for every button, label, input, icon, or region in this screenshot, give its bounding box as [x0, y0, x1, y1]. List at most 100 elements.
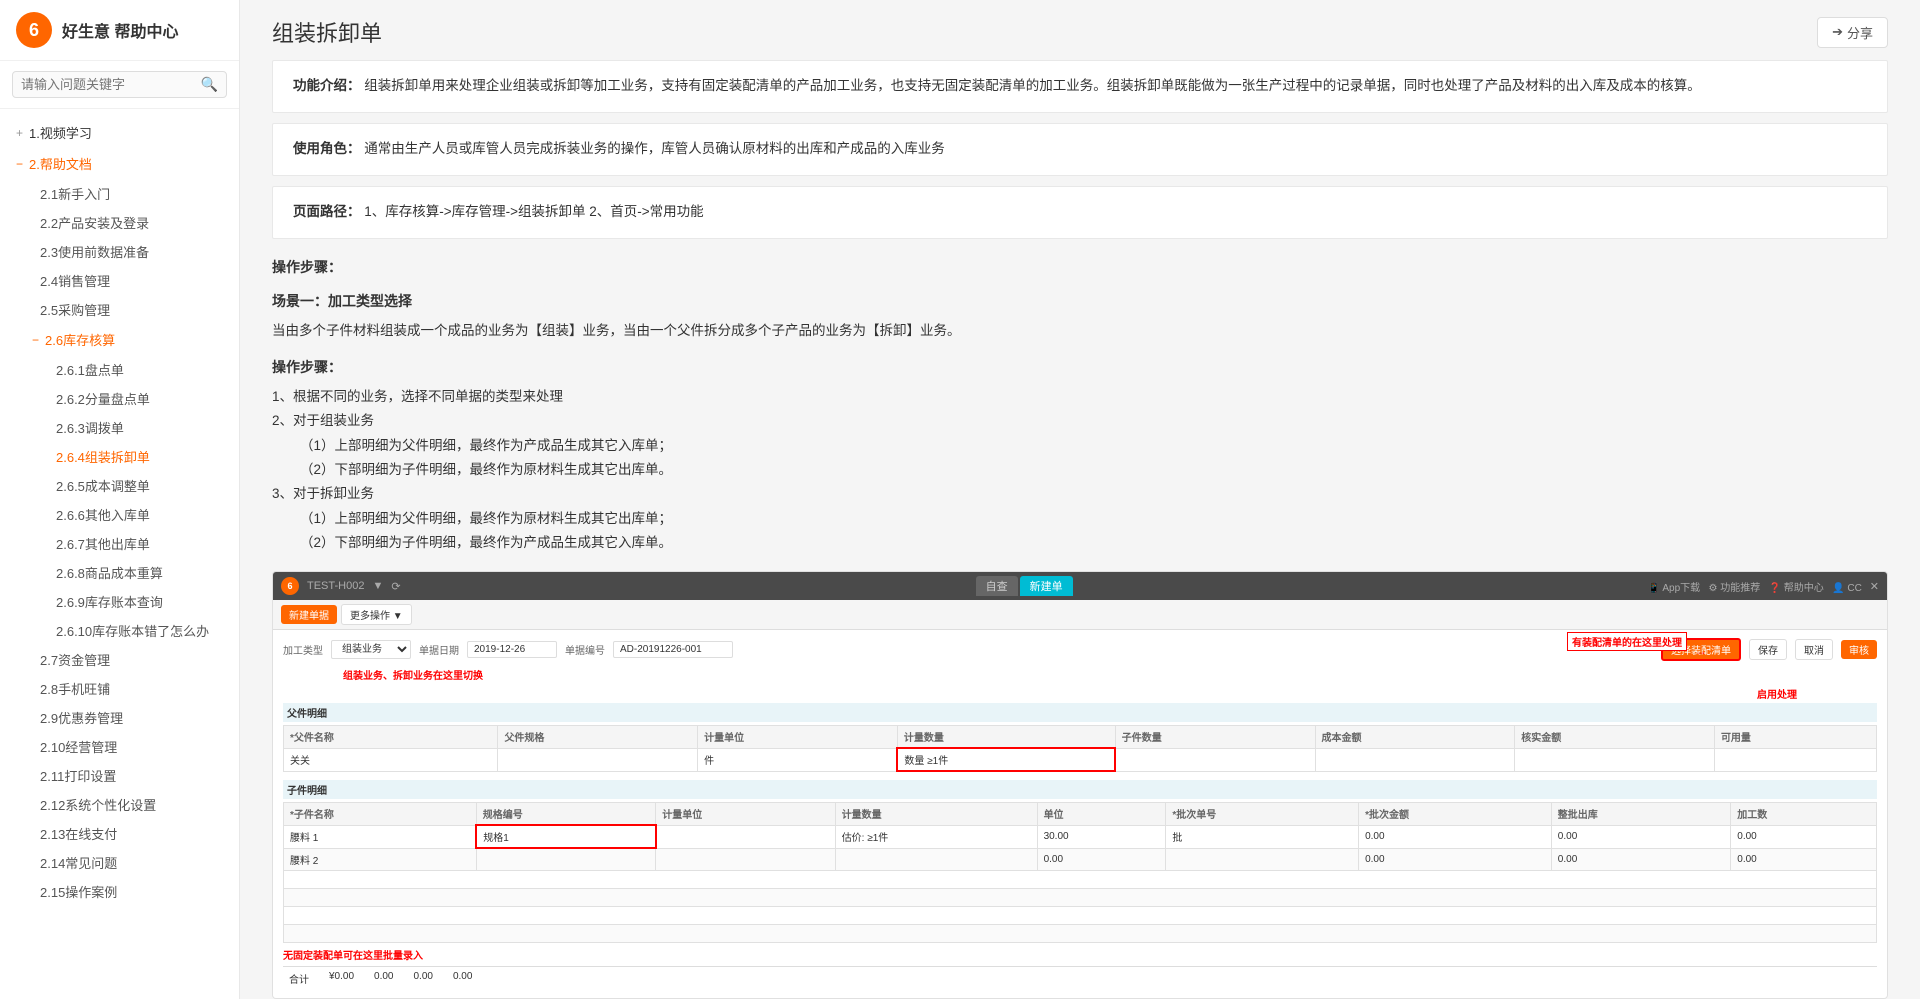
sidebar-item-docs[interactable]: − 2.帮助文档 — [0, 148, 239, 179]
steps-list: 1、根据不同的业务，选择不同单据的类型来处理 2、对于组装业务 （1）上部明细为… — [272, 385, 1888, 555]
sidebar-item-2-1[interactable]: 2.1新手入门 — [24, 179, 239, 208]
ss-td-unit: 件 — [698, 748, 898, 771]
ss-th-4: 子件数量 — [1115, 726, 1315, 749]
sidebar-item-2-6-1[interactable]: 2.6.1盘点单 — [40, 355, 239, 384]
sidebar-item-2-2[interactable]: 2.2产品安装及登录 — [24, 208, 239, 237]
annotation3: 启用处理 — [283, 686, 1797, 701]
ss-date-label: 单据日期 — [419, 642, 459, 657]
ss-td-name: 关关 — [284, 748, 498, 771]
ss-dropdown-icon: ▼ — [372, 580, 383, 592]
ss-cancel-btn[interactable]: 取消 — [1795, 639, 1833, 660]
table-row — [284, 870, 1877, 888]
ss-btd-name: 腰料 1 — [284, 825, 477, 848]
search-icon[interactable]: 🔍 — [201, 76, 218, 93]
ss-topbar: 6 TEST-H002 ▼ ⟳ 自查 新建单 📱 App下载 ⚙ 功能推荐 ❓ … — [273, 572, 1887, 600]
sidebar-item-2-13[interactable]: 2.13在线支付 — [24, 819, 239, 848]
sidebar-item-2-4[interactable]: 2.4销售管理 — [24, 266, 239, 295]
sidebar-nav: + 1.视频学习 − 2.帮助文档 2.1新手入门 2.2产品安装及登录 2.3… — [0, 109, 239, 999]
sidebar-item-2-11[interactable]: 2.11打印设置 — [24, 761, 239, 790]
ss-tab-2[interactable]: 新建单 — [1020, 576, 1073, 596]
table-row — [284, 906, 1877, 924]
role-text: 通常由生产人员或库管人员完成拆装业务的操作，库管人员确认原材料的出库和产成品的入… — [364, 141, 945, 156]
sidebar-item-2-6-9[interactable]: 2.6.9库存账本查询 — [40, 587, 239, 616]
ss-bottom-table: *子件名称 规格编号 计量单位 计量数量 单位 *批次单号 *批次金额 整批出库… — [283, 802, 1877, 943]
ss-confirm-btn[interactable]: 审核 — [1841, 640, 1877, 659]
ss-btn-new[interactable]: 新建单据 — [281, 605, 337, 624]
ss-bth-8: 加工数 — [1731, 803, 1877, 826]
ss-no-input[interactable] — [613, 641, 733, 658]
sidebar-item-2-6-2[interactable]: 2.6.2分量盘点单 — [40, 384, 239, 413]
sidebar-item-2-6-3[interactable]: 2.6.3调拨单 — [40, 413, 239, 442]
ss-bth-3: 计量数量 — [835, 803, 1037, 826]
sidebar-item-2-6-10[interactable]: 2.6.10库存账本错了怎么办 — [40, 616, 239, 645]
ss-footer-val3: 0.00 — [414, 971, 433, 986]
path-label: 页面路径： — [293, 204, 361, 219]
ss-btn-more[interactable]: 更多操作 ▼ — [341, 604, 412, 625]
ss-refresh-icon: ⟳ — [391, 580, 400, 593]
ss-footer-val2: 0.00 — [374, 971, 393, 986]
ss-save-btn[interactable]: 保存 — [1749, 639, 1787, 660]
sidebar-item-video[interactable]: + 1.视频学习 — [0, 117, 239, 148]
ss-bth-2: 计量单位 — [656, 803, 835, 826]
sidebar-item-2-6-5[interactable]: 2.6.5成本调整单 — [40, 471, 239, 500]
ss-th-0: *父件名称 — [284, 726, 498, 749]
sidebar-item-2-6[interactable]: − 2.6库存核算 — [24, 324, 239, 355]
ss-footer-val1: ¥0.00 — [329, 971, 354, 986]
sidebar-item-2-6-4[interactable]: 2.6.4组装拆卸单 — [40, 442, 239, 471]
share-button[interactable]: ➔ 分享 — [1817, 17, 1888, 48]
ss-icons-right: 📱 App下载 ⚙ 功能推荐 ❓ 帮助中心 👤 CC — [1648, 579, 1862, 594]
annotation1: 有装配清单的在这里处理 — [1567, 632, 1687, 651]
ss-top-table: *父件名称 父件规格 计量单位 计量数量 子件数量 成本金额 核实金额 可用量 — [283, 725, 1877, 772]
sidebar-item-2-10[interactable]: 2.10经营管理 — [24, 732, 239, 761]
ss-bth-1: 规格编号 — [476, 803, 655, 826]
ss-toolbar2: 新建单据 更多操作 ▼ — [273, 600, 1887, 630]
search-box[interactable]: 🔍 — [12, 71, 227, 98]
intro-text: 组装拆卸单用来处理企业组装或拆卸等加工业务，支持有固定装配清单的产品加工业务，也… — [364, 78, 1701, 93]
role-block: 使用角色： 通常由生产人员或库管人员完成拆装业务的操作，库管人员确认原材料的出库… — [272, 123, 1888, 176]
collapse-icon-2-6: − — [32, 333, 39, 347]
sidebar-item-2-9[interactable]: 2.9优惠券管理 — [24, 703, 239, 732]
sidebar-sub-docs: 2.1新手入门 2.2产品安装及登录 2.3使用前数据准备 2.4销售管理 2.… — [0, 179, 239, 906]
ss-bth-4: 单位 — [1037, 803, 1166, 826]
ss-bth-7: 整批出库 — [1551, 803, 1730, 826]
ss-bottom-table-label: 子件明细 — [283, 780, 1877, 799]
page-title: 组装拆卸单 — [272, 16, 382, 48]
sidebar-item-2-15[interactable]: 2.15操作案例 — [24, 877, 239, 906]
ops-steps-title: 操作步骤： — [272, 357, 1888, 377]
sidebar-item-2-7[interactable]: 2.7资金管理 — [24, 645, 239, 674]
ss-th-2: 计量单位 — [698, 726, 898, 749]
step-2-1: （1）上部明细为父件明细，最终作为产成品生成其它入库单； — [300, 434, 1888, 458]
ss-footer: 合计 ¥0.00 0.00 0.00 0.00 — [283, 966, 1877, 990]
ss-type-select[interactable]: 组装业务 — [331, 640, 411, 659]
sidebar-item-2-14[interactable]: 2.14常见问题 — [24, 848, 239, 877]
step-2: 2、对于组装业务 — [272, 409, 1888, 433]
sidebar-item-2-3[interactable]: 2.3使用前数据准备 — [24, 237, 239, 266]
ss-th-6: 核实金额 — [1515, 726, 1715, 749]
ss-tab-1[interactable]: 自查 — [976, 576, 1018, 596]
sidebar-item-2-8[interactable]: 2.8手机旺铺 — [24, 674, 239, 703]
ss-footer-val4: 0.00 — [453, 971, 472, 986]
search-input[interactable] — [21, 77, 201, 92]
ss-id: TEST-H002 — [307, 580, 364, 592]
annotation2: 组装业务、拆卸业务在这里切换 — [343, 667, 1877, 682]
sidebar-item-2-6-8[interactable]: 2.6.8商品成本重算 — [40, 558, 239, 587]
step-3-sub: （1）上部明细为父件明细，最终作为原材料生成其它出库单； （2）下部明细为子件明… — [272, 507, 1888, 556]
scene1-desc: 当由多个子件材料组装成一个成品的业务为【组装】业务，当由一个父件拆分成多个子产品… — [272, 319, 1888, 343]
table-row — [284, 888, 1877, 906]
arrow1: → — [1695, 644, 1707, 658]
scene1-title: 场景一：加工类型选择 — [272, 291, 1888, 311]
sidebar-item-2-6-7[interactable]: 2.6.7其他出库单 — [40, 529, 239, 558]
ss-th-3: 计量数量 — [897, 726, 1115, 749]
sidebar-item-2-12[interactable]: 2.12系统个性化设置 — [24, 790, 239, 819]
sidebar: 6 好生意 帮助中心 🔍 + 1.视频学习 − 2.帮助文档 2.1新手入门 2… — [0, 0, 240, 999]
table-row: 腰料 1 规格1 估价: ≥1件 30.00 批 0.00 0.00 0.00 — [284, 825, 1877, 848]
ss-form-area: 有装配清单的在这里处理 → 加工类型 组装业务 单据日期 单据编号 选择装配清单 — [273, 630, 1887, 998]
table-row: 关关 件 数量 ≥1件 — [284, 748, 1877, 771]
step-2-sub: （1）上部明细为父件明细，最终作为产成品生成其它入库单； （2）下部明细为子件明… — [272, 434, 1888, 483]
sidebar-item-2-5[interactable]: 2.5采购管理 — [24, 295, 239, 324]
ss-close-icon[interactable]: ✕ — [1870, 580, 1879, 593]
role-label: 使用角色： — [293, 141, 361, 156]
sidebar-item-2-6-6[interactable]: 2.6.6其他入库单 — [40, 500, 239, 529]
ss-date-input[interactable] — [467, 641, 557, 658]
sidebar-sub-2-6: 2.6.1盘点单 2.6.2分量盘点单 2.6.3调拨单 2.6.4组装拆卸单 … — [24, 355, 239, 645]
